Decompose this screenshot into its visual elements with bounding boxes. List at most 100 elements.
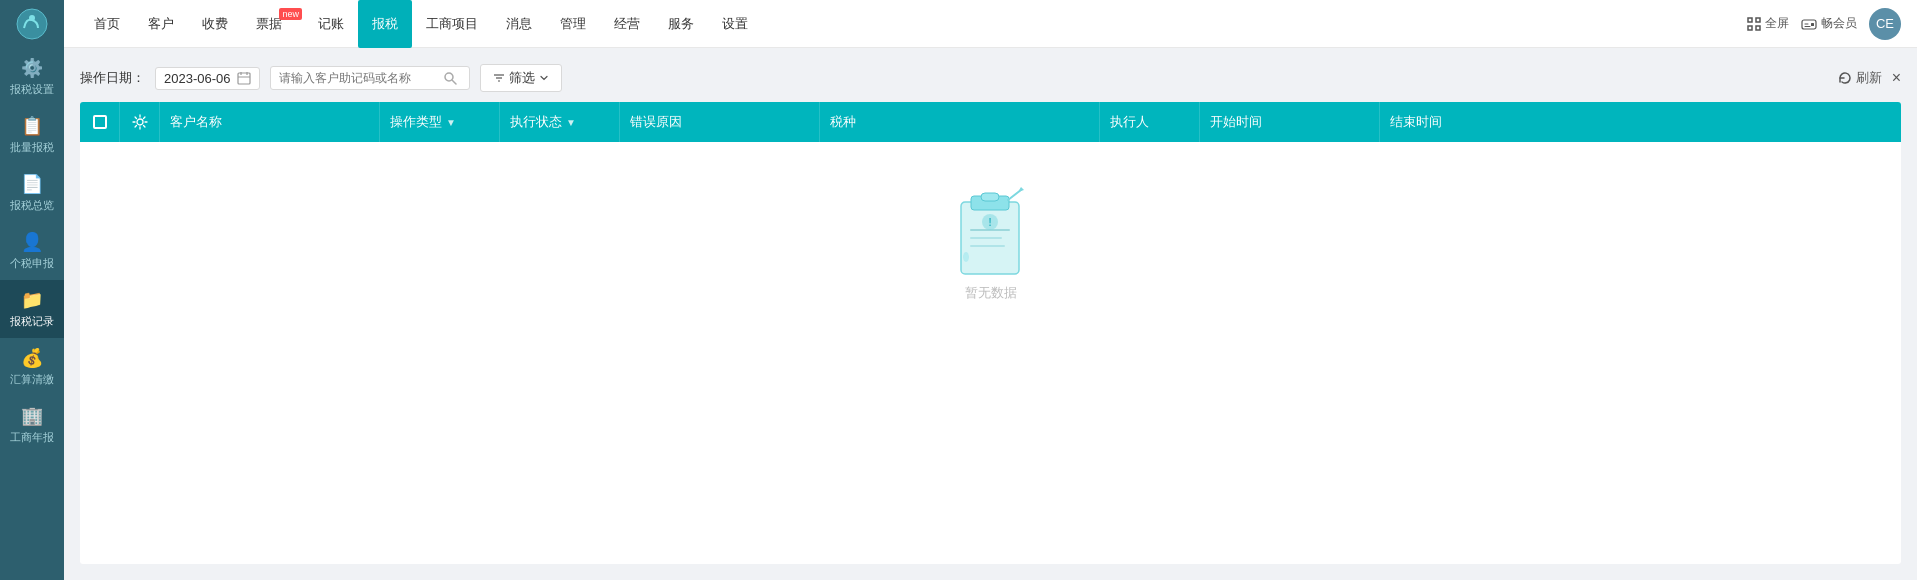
page-content: 操作日期： 2023-06-06: [64, 48, 1917, 580]
nav-item-jingying[interactable]: 经营: [600, 0, 654, 48]
sidebar-item-baoshui-zonglian[interactable]: 📄 报税总览: [0, 164, 64, 222]
svg-rect-4: [1748, 26, 1752, 30]
refresh-button[interactable]: 刷新: [1838, 69, 1882, 87]
search-box[interactable]: [270, 66, 470, 90]
th-checkbox[interactable]: [80, 102, 120, 142]
sidebar-item-label: 工商年报: [10, 430, 54, 445]
svg-rect-20: [981, 193, 999, 201]
svg-point-1: [29, 15, 35, 21]
topnav-items: 首页 客户 收费 票据 new 记账 报税 工商项目 消息: [80, 0, 1747, 48]
sidebar-item-label: 汇算清缴: [10, 372, 54, 387]
member-button[interactable]: 畅会员: [1801, 15, 1857, 32]
member-label: 畅会员: [1821, 15, 1857, 32]
sidebar-item-piliang-baoshui[interactable]: 📋 批量报税: [0, 106, 64, 164]
sidebar-item-label: 报税设置: [10, 82, 54, 97]
th-tax-type: 税种: [820, 102, 1100, 142]
svg-point-28: [963, 252, 969, 262]
nav-item-client[interactable]: 客户: [134, 0, 188, 48]
huisuan-jiaona-icon: 💰: [21, 347, 43, 369]
th-error-reason: 错误原因: [620, 102, 820, 142]
sidebar-item-huisuan-jiaona[interactable]: 💰 汇算清缴: [0, 338, 64, 396]
sidebar-item-label: 报税总览: [10, 198, 54, 213]
baoshui-shezhi-icon: ⚙️: [21, 57, 43, 79]
nav-item-shoufei[interactable]: 收费: [188, 0, 242, 48]
refresh-icon: [1838, 71, 1852, 85]
th-execution-status[interactable]: 执行状态 ▼: [500, 102, 620, 142]
main-area: 首页 客户 收费 票据 new 记账 报税 工商项目 消息: [64, 0, 1917, 580]
select-all-checkbox[interactable]: [93, 115, 107, 129]
settings-icon: [132, 114, 148, 130]
baoshui-zonglian-icon: 📄: [21, 173, 43, 195]
sidebar-item-label: 报税记录: [10, 314, 54, 329]
fullscreen-label: 全屏: [1765, 15, 1789, 32]
app-logo: [0, 0, 64, 48]
th-operation-type[interactable]: 操作类型 ▼: [380, 102, 500, 142]
sidebar-item-geshui-shenbao[interactable]: 👤 个税申报: [0, 222, 64, 280]
baoshui-jilu-icon: 📁: [21, 289, 43, 311]
th-executor: 执行人: [1100, 102, 1200, 142]
table-body: ! 暂无数据: [80, 142, 1901, 564]
sidebar-item-label: 个税申报: [10, 256, 54, 271]
nav-item-jizhang[interactable]: 记账: [304, 0, 358, 48]
topnav-right: 全屏 畅会员 CE: [1747, 8, 1901, 40]
svg-point-17: [137, 119, 143, 125]
member-icon: [1801, 16, 1817, 32]
sidebar-item-baoshui-shezhi[interactable]: ⚙️ 报税设置: [0, 48, 64, 106]
chevron-down-icon: [539, 73, 549, 83]
fullscreen-icon: [1747, 17, 1761, 31]
nav-item-piao[interactable]: 票据 new: [242, 0, 304, 48]
date-picker[interactable]: 2023-06-06: [155, 67, 260, 90]
toolbar-right: 刷新 ×: [1838, 69, 1901, 87]
nav-item-guanli[interactable]: 管理: [546, 0, 600, 48]
svg-rect-3: [1756, 18, 1760, 22]
table-header: 客户名称 操作类型 ▼ 执行状态 ▼ 错误原因 税种 执行人: [80, 102, 1901, 142]
th-start-time: 开始时间: [1200, 102, 1380, 142]
geshui-shenbao-icon: 👤: [21, 231, 43, 253]
user-avatar[interactable]: CE: [1869, 8, 1901, 40]
empty-text: 暂无数据: [965, 284, 1017, 302]
svg-rect-7: [1811, 23, 1814, 26]
nav-item-xiaoxi[interactable]: 消息: [492, 0, 546, 48]
th-settings[interactable]: [120, 102, 160, 142]
filter-label: 筛选: [509, 69, 535, 87]
toolbar: 操作日期： 2023-06-06: [80, 64, 1901, 92]
piliang-baoshui-icon: 📋: [21, 115, 43, 137]
th-client-name: 客户名称: [160, 102, 380, 142]
filter-icon: [493, 72, 505, 84]
svg-text:!: !: [988, 216, 992, 228]
filter-button[interactable]: 筛选: [480, 64, 562, 92]
close-button[interactable]: ×: [1892, 69, 1901, 87]
fullscreen-button[interactable]: 全屏: [1747, 15, 1789, 32]
sort-icon-operation: ▼: [446, 117, 456, 128]
sidebar-item-gongshang-nianbao[interactable]: 🏢 工商年报: [0, 396, 64, 454]
svg-line-13: [452, 81, 456, 85]
sort-icon-status: ▼: [566, 117, 576, 128]
empty-icon: !: [946, 182, 1036, 272]
calendar-icon: [237, 71, 251, 85]
gongshang-nianbao-icon: 🏢: [21, 405, 43, 427]
sidebar-item-label: 批量报税: [10, 140, 54, 155]
date-value: 2023-06-06: [164, 71, 231, 86]
svg-point-0: [17, 9, 47, 39]
nav-item-shezhi[interactable]: 设置: [708, 0, 762, 48]
search-input[interactable]: [279, 71, 439, 85]
nav-item-baoshui[interactable]: 报税: [358, 0, 412, 48]
search-icon: [443, 71, 457, 85]
nav-item-home[interactable]: 首页: [80, 0, 134, 48]
svg-rect-5: [1756, 26, 1760, 30]
svg-point-12: [445, 73, 453, 81]
nav-item-fuwu[interactable]: 服务: [654, 0, 708, 48]
user-initials: CE: [1876, 16, 1894, 31]
topnav: 首页 客户 收费 票据 new 记账 报税 工商项目 消息: [64, 0, 1917, 48]
table-container: 客户名称 操作类型 ▼ 执行状态 ▼ 错误原因 税种 执行人: [80, 102, 1901, 564]
date-label: 操作日期：: [80, 69, 145, 87]
sidebar: ⚙️ 报税设置 📋 批量报税 📄 报税总览 👤 个税申报 📁 报税记录 💰 汇算…: [0, 0, 64, 580]
refresh-label: 刷新: [1856, 69, 1882, 87]
svg-rect-2: [1748, 18, 1752, 22]
nav-item-gongshang[interactable]: 工商项目: [412, 0, 492, 48]
new-badge: new: [279, 8, 302, 21]
th-end-time: 结束时间: [1380, 102, 1520, 142]
empty-state: ! 暂无数据: [80, 142, 1901, 342]
svg-rect-8: [238, 73, 250, 84]
sidebar-item-baoshui-jilu[interactable]: 📁 报税记录: [0, 280, 64, 338]
